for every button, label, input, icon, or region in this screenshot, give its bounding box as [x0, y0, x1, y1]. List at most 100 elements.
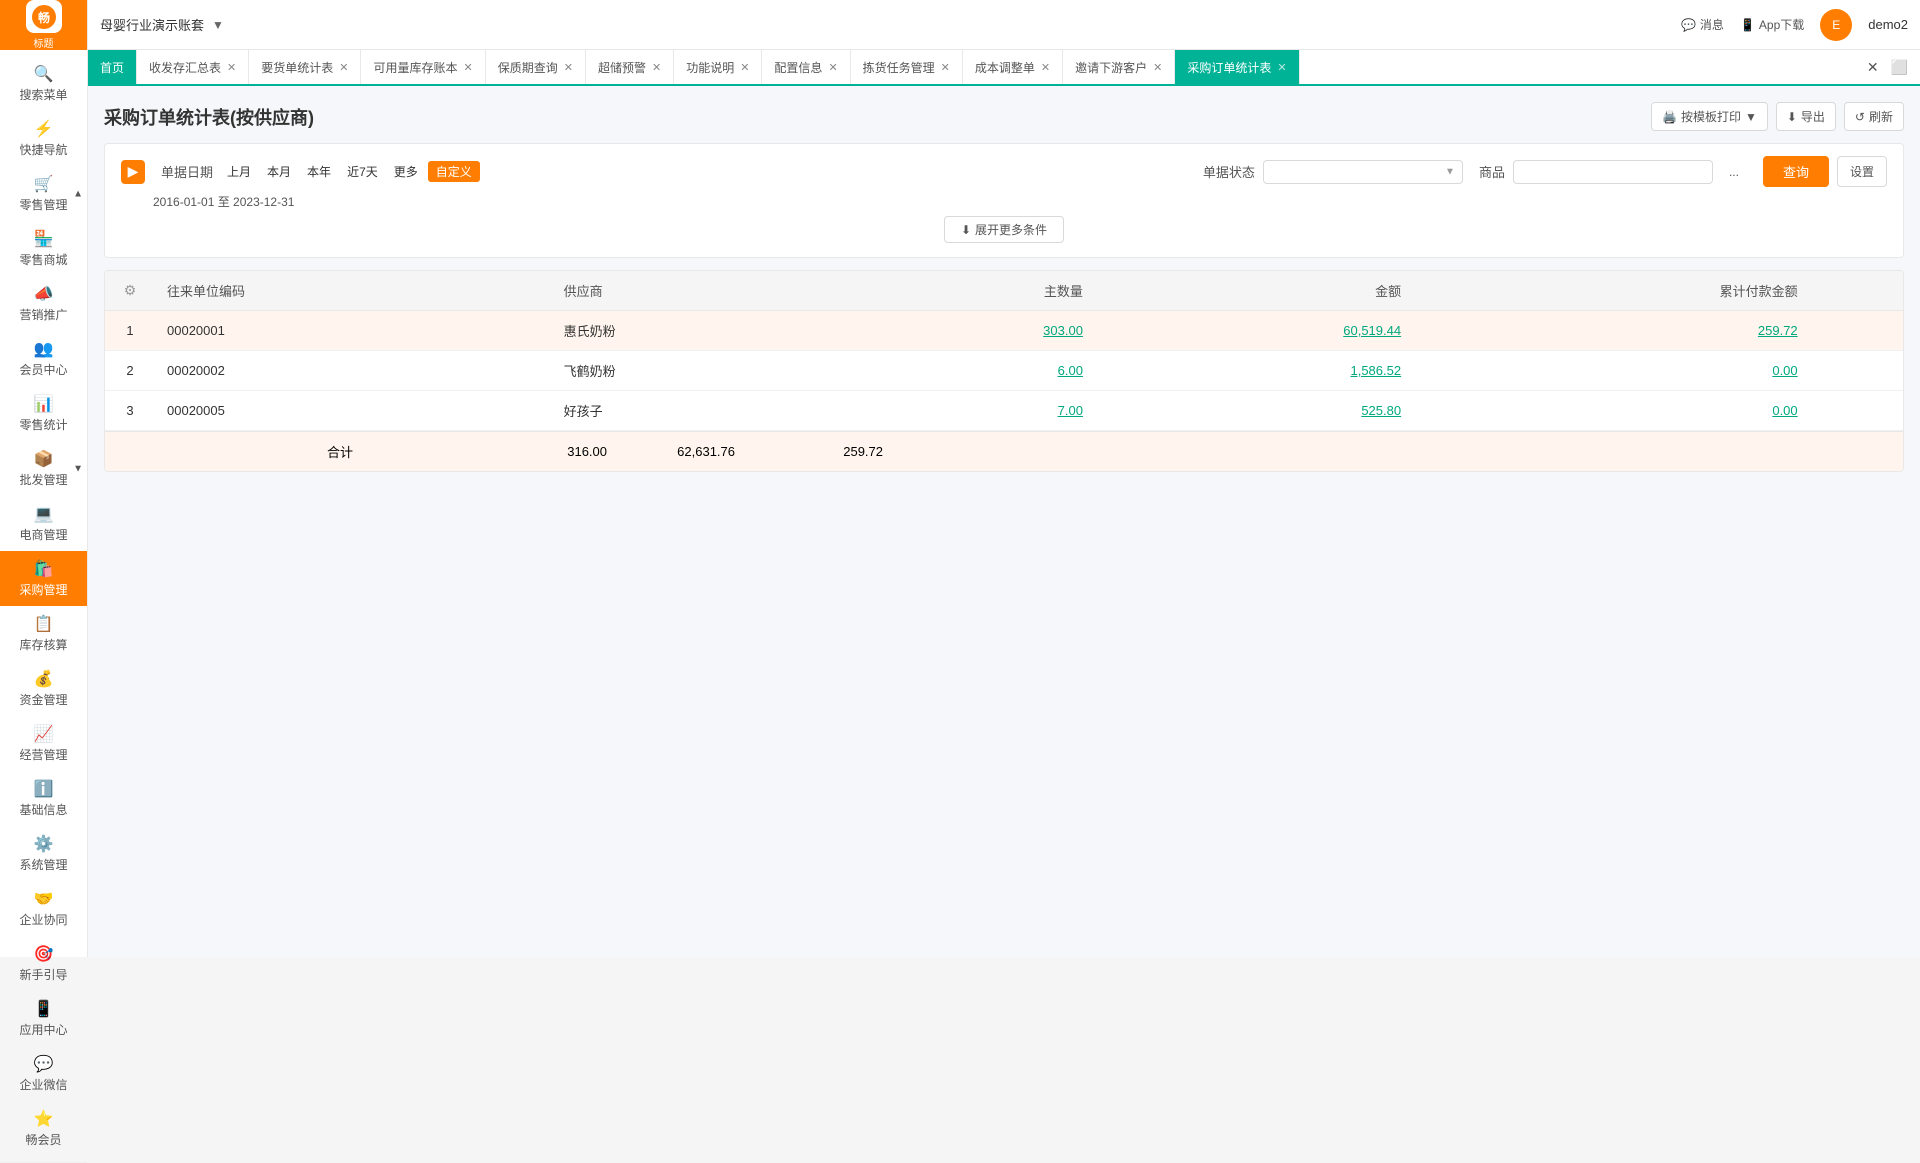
export-label: 导出: [1801, 108, 1825, 125]
tabbar: 首页 收发存汇总表 ✕ 要货单统计表 ✕ 可用量库存账本 ✕ 保质期查询 ✕ 超…: [88, 50, 1920, 86]
close-icon[interactable]: ✕: [1153, 61, 1162, 74]
row-amount[interactable]: 1,586.52: [1095, 351, 1413, 391]
close-icon[interactable]: ✕: [227, 61, 236, 74]
table-row[interactable]: 2 00020002 飞鹤奶粉 6.00 1,586.52 0.00: [105, 351, 1903, 391]
sidebar-item-system[interactable]: ⚙️ 系统管理: [0, 826, 87, 881]
close-icon[interactable]: ✕: [339, 61, 348, 74]
column-settings-icon[interactable]: ⚙: [124, 282, 137, 298]
close-icon[interactable]: ✕: [1277, 61, 1286, 74]
sidebar-item-app-center[interactable]: 📱 应用中心: [0, 991, 87, 1046]
close-icon[interactable]: ✕: [740, 61, 749, 74]
query-button[interactable]: 查询: [1763, 156, 1829, 187]
tab-label: 保质期查询: [498, 59, 558, 76]
tab-label: 收发存汇总表: [149, 59, 221, 76]
sidebar-item-vip[interactable]: ⭐ 畅会员: [0, 1101, 87, 1156]
sidebar-item-retail[interactable]: 🛒 零售管理 ▲: [0, 166, 87, 221]
app-icon: 📱: [1740, 18, 1755, 32]
avatar[interactable]: E: [1820, 9, 1852, 41]
maximize-button[interactable]: ⬜: [1887, 55, 1912, 80]
close-icon[interactable]: ✕: [564, 61, 573, 74]
custom-date-tag[interactable]: 自定义: [428, 161, 480, 182]
row-amount[interactable]: 60,519.44: [1095, 311, 1413, 351]
sidebar-item-basic[interactable]: ℹ️ 基础信息: [0, 771, 87, 826]
date-shortcuts: 上月 本月 本年 近7天 更多 自定义: [221, 161, 480, 182]
filter-toggle-button[interactable]: ▶: [121, 160, 145, 184]
tab-label: 要货单统计表: [261, 59, 333, 76]
operation-icon: 📈: [34, 724, 54, 744]
sidebar-item-quick[interactable]: ⚡ 快捷导航: [0, 111, 87, 166]
sidebar-item-wechat[interactable]: 💬 企业微信: [0, 1046, 87, 1101]
expand-more-button[interactable]: ⬇ 展开更多条件: [944, 216, 1064, 243]
table-row[interactable]: 1 00020001 惠氏奶粉 303.00 60,519.44 259.72: [105, 311, 1903, 351]
shortcut-last-month[interactable]: 上月: [221, 161, 257, 182]
tab-available[interactable]: 可用量库存账本 ✕: [361, 50, 485, 85]
tab-label: 超储预警: [598, 59, 646, 76]
row-index: 1: [105, 311, 155, 351]
sidebar-item-member[interactable]: 👥 会员中心: [0, 331, 87, 386]
tab-home[interactable]: 首页: [88, 50, 137, 85]
print-button[interactable]: 🖨️ 按模板打印 ▼: [1651, 102, 1768, 131]
tab-cost[interactable]: 成本调整单 ✕: [963, 50, 1063, 85]
close-icon[interactable]: ✕: [464, 61, 473, 74]
sidebar-item-operation[interactable]: 📈 经营管理: [0, 716, 87, 771]
close-icon[interactable]: ✕: [1041, 61, 1050, 74]
date-range-value: 2016-01-01 至 2023-12-31: [153, 195, 294, 209]
sidebar-item-marketing[interactable]: 📣 营销推广: [0, 276, 87, 331]
product-input[interactable]: [1513, 160, 1713, 184]
table-row[interactable]: 3 00020005 好孩子 7.00 525.80 0.00: [105, 391, 1903, 431]
sidebar-item-finance[interactable]: 💰 资金管理: [0, 661, 87, 716]
sidebar-item-enterprise[interactable]: 🤝 企业协同: [0, 881, 87, 936]
sidebar-item-inventory[interactable]: 📋 库存核算: [0, 606, 87, 661]
sidebar-item-guide[interactable]: 🎯 新手引导: [0, 936, 87, 991]
close-icon[interactable]: ✕: [652, 61, 661, 74]
shortcut-7days[interactable]: 近7天: [341, 161, 384, 182]
col-header-paid: 累计付款金额: [1413, 271, 1810, 311]
row-quantity[interactable]: 303.00: [847, 311, 1095, 351]
row-paid[interactable]: 0.00: [1413, 351, 1810, 391]
shortcut-more[interactable]: 更多: [388, 161, 424, 182]
sidebar-item-retail-shop[interactable]: 🏪 零售商城: [0, 221, 87, 276]
settings-button[interactable]: 设置: [1837, 156, 1887, 187]
sidebar-item-retail-stat[interactable]: 📊 零售统计: [0, 386, 87, 441]
marketing-icon: 📣: [34, 284, 54, 304]
tab-invite[interactable]: 邀请下游客户 ✕: [1063, 50, 1175, 85]
tab-task[interactable]: 拣货任务管理 ✕: [851, 50, 963, 85]
shortcut-this-year[interactable]: 本年: [301, 161, 337, 182]
tab-purchase-stat[interactable]: 采购订单统计表 ✕: [1175, 50, 1299, 85]
tab-requisition[interactable]: 要货单统计表 ✕: [249, 50, 361, 85]
row-paid[interactable]: 0.00: [1413, 391, 1810, 431]
more-filter-button[interactable]: ...: [1721, 161, 1747, 183]
tabbar-actions: ✕ ⬜: [1855, 55, 1920, 80]
topbar-title: 母婴行业演示账套: [100, 15, 204, 34]
close-all-button[interactable]: ✕: [1863, 55, 1883, 80]
tab-overstock[interactable]: 超储预警 ✕: [586, 50, 674, 85]
row-amount[interactable]: 525.80: [1095, 391, 1413, 431]
export-button[interactable]: ⬇ 导出: [1776, 102, 1836, 131]
sidebar-item-search[interactable]: 🔍 搜索菜单: [0, 56, 87, 111]
shortcut-this-month[interactable]: 本月: [261, 161, 297, 182]
tab-expiry[interactable]: 保质期查询 ✕: [486, 50, 586, 85]
row-quantity[interactable]: 7.00: [847, 391, 1095, 431]
sidebar-item-label: 畅会员: [25, 1131, 61, 1148]
basic-icon: ℹ️: [34, 779, 54, 799]
refresh-button[interactable]: ↺ 刷新: [1844, 102, 1904, 131]
chevron-down-icon: ▼: [1745, 110, 1757, 124]
row-quantity[interactable]: 6.00: [847, 351, 1095, 391]
topbar-dropdown[interactable]: ▼: [212, 18, 224, 32]
username[interactable]: demo2: [1868, 17, 1908, 32]
tab-collection[interactable]: 收发存汇总表 ✕: [137, 50, 249, 85]
logo-text: 标题: [34, 35, 54, 50]
close-icon[interactable]: ✕: [828, 61, 837, 74]
close-icon[interactable]: ✕: [941, 61, 950, 74]
app-download-button[interactable]: 📱 App下载: [1740, 16, 1804, 33]
sidebar-item-purchase[interactable]: 🛍️ 采购管理: [0, 551, 87, 606]
status-select[interactable]: [1263, 160, 1463, 184]
tab-func[interactable]: 功能说明 ✕: [674, 50, 762, 85]
sidebar-item-ecommerce[interactable]: 💻 电商管理: [0, 496, 87, 551]
message-button[interactable]: 💬 消息: [1681, 16, 1724, 33]
row-extra: [1810, 351, 1903, 391]
row-paid[interactable]: 259.72: [1413, 311, 1810, 351]
tab-config[interactable]: 配置信息 ✕: [762, 50, 850, 85]
logo[interactable]: 畅 标题: [0, 0, 87, 50]
sidebar-item-wholesale[interactable]: 📦 批发管理 ▼: [0, 441, 87, 496]
